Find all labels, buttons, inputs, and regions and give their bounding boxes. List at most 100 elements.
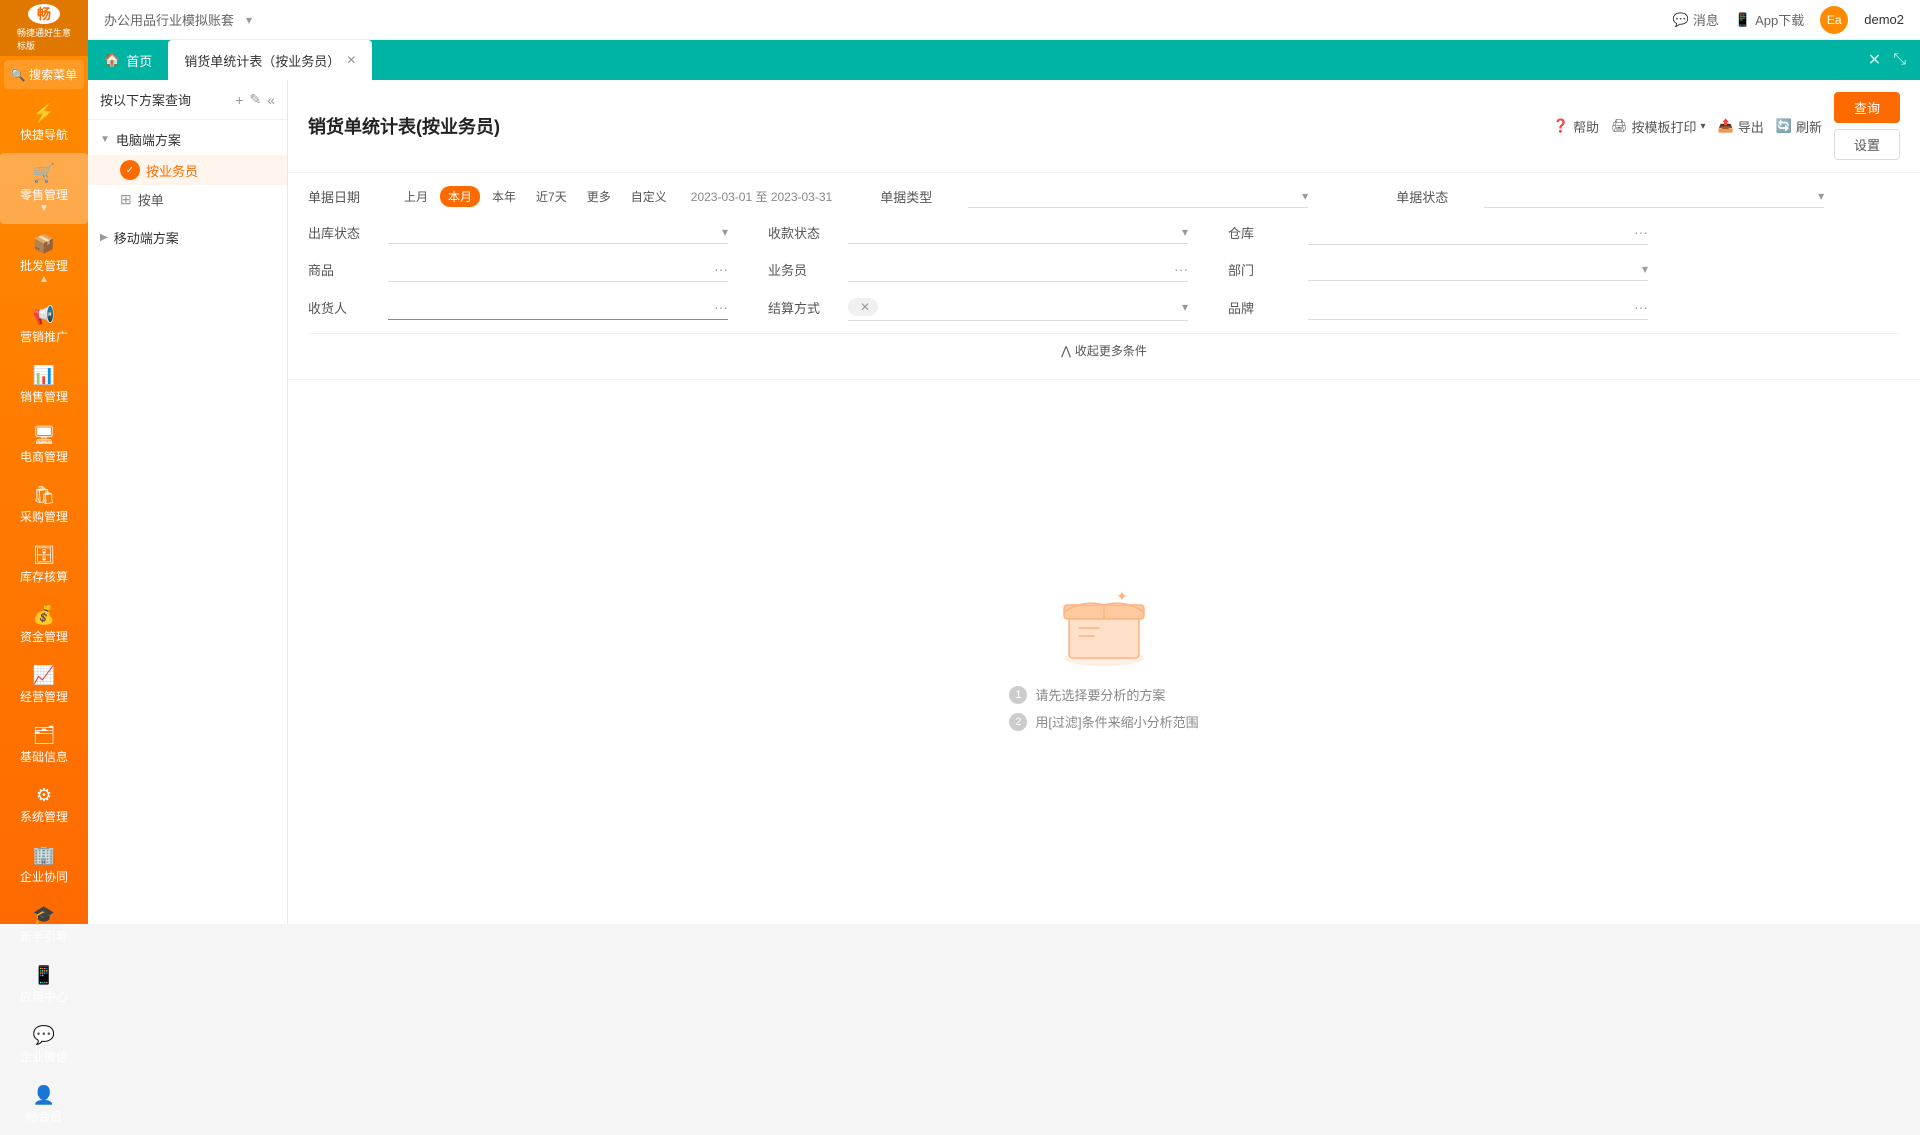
collapse-panel-btn[interactable]: « [267, 92, 275, 108]
message-btn[interactable]: 💬 消息 [1673, 10, 1719, 29]
system-icon: ⚙ [36, 785, 52, 806]
order-type-label: 单据类型 [880, 187, 960, 206]
sidebar-item-sales[interactable]: 📊 销售管理 [0, 355, 88, 415]
left-panel-header: 按以下方案查询 + ✎ « [88, 80, 287, 120]
sidebar-item-wholesale[interactable]: 📦 批发管理 ▲ [0, 224, 88, 295]
tree-desktop-schemes[interactable]: ▼ 电脑端方案 [88, 124, 287, 155]
search-icon: 🔍 [11, 68, 26, 82]
print-arrow-icon: ▾ [1701, 121, 1706, 132]
page-title: 销货单统计表(按业务员) [308, 113, 500, 139]
active-scheme-dot: ✓ [120, 160, 140, 180]
settlement-clear-btn[interactable]: ✕ [860, 300, 870, 314]
sidebar-item-retail[interactable]: 🛒 零售管理 ▼ [0, 153, 88, 224]
guide-icon: 🎓 [33, 905, 55, 926]
logo-icon: 畅 [28, 4, 60, 24]
wholesale-icon: 📦 [33, 234, 55, 255]
date-tabs: 上月 本月 本年 近7天 更多 自定义 [396, 186, 675, 207]
sidebar-item-enterprise[interactable]: 🏢 企业协同 [0, 835, 88, 895]
date-tab-this-month[interactable]: 本月 [440, 186, 480, 207]
order-status-label: 单据状态 [1396, 187, 1476, 206]
sidebar-item-basic[interactable]: 🗂 基础信息 [0, 715, 88, 775]
app-download-btn[interactable]: 📱 App下载 [1735, 10, 1804, 29]
filter-row-3: 商品 ··· 业务员 ··· 部门 ▾ [308, 257, 1900, 282]
empty-tips: 1 请先选择要分析的方案 2 用[过滤]条件来缩小分析范围 [1009, 685, 1198, 731]
export-icon: 📤 [1718, 118, 1734, 134]
sidebar-item-member[interactable]: 👤 畅会员 [0, 1075, 88, 1135]
basic-icon: 🗂 [33, 725, 56, 746]
collapse-row[interactable]: ⋀ 收起更多条件 [308, 333, 1900, 367]
order-status-select[interactable]: ▾ [1484, 185, 1824, 208]
sidebar-search[interactable]: 🔍 搜索菜单 [4, 60, 84, 89]
sidebar-item-guide[interactable]: 🎓 新手引导 [0, 895, 88, 955]
purchase-icon: 🛍 [33, 485, 56, 506]
appcenter-icon: 📱 [33, 965, 55, 986]
date-tab-custom[interactable]: 自定义 [623, 186, 675, 207]
sidebar-item-marketing[interactable]: 📢 营销推广 [0, 295, 88, 355]
sidebar-item-operation[interactable]: 📈 经营管理 [0, 655, 88, 715]
topbar: 办公用品行业模拟账套 ▾ 💬 消息 📱 App下载 Ea demo2 [88, 0, 1920, 40]
sidebar-item-wechat[interactable]: 💬 企业微信 [0, 1015, 88, 1075]
tab-close-window-btn[interactable]: ✕ [1862, 46, 1887, 74]
empty-tip-1: 1 请先选择要分析的方案 [1009, 685, 1198, 704]
retail-icon: 🛒 [33, 163, 55, 184]
enterprise-icon: 🏢 [33, 845, 55, 866]
brand-select[interactable]: ··· [1308, 295, 1648, 320]
collapse-icon: ⋀ [1061, 344, 1071, 358]
tree-mobile-schemes[interactable]: ▶ 移动端方案 [88, 222, 287, 253]
salesperson-select[interactable]: ··· [848, 257, 1188, 282]
settlement-label: 结算方式 [768, 298, 848, 317]
query-btn[interactable]: 查询 [1834, 92, 1900, 123]
out-status-select[interactable]: ▾ [388, 221, 728, 244]
settlement-arrow-icon: ▾ [1182, 300, 1188, 314]
dept-label: 部门 [1228, 260, 1308, 279]
member-icon: 👤 [33, 1085, 55, 1106]
dept-select[interactable]: ▾ [1308, 258, 1648, 281]
sidebar-item-ecommerce[interactable]: 🖥 电商管理 [0, 415, 88, 475]
receiver-input-field[interactable]: ··· [388, 295, 728, 320]
sidebar-item-system[interactable]: ⚙ 系统管理 [0, 775, 88, 835]
date-label: 单据日期 [308, 187, 388, 206]
app-logo[interactable]: 畅 畅捷通好生意标版 [0, 0, 88, 56]
sidebar-item-appcenter[interactable]: 📱 应用中心 [0, 955, 88, 1015]
order-status-arrow-icon: ▾ [1818, 189, 1824, 203]
avatar[interactable]: Ea [1820, 6, 1848, 34]
date-tab-last-month[interactable]: 上月 [396, 186, 436, 207]
date-tab-this-year[interactable]: 本年 [484, 186, 524, 207]
query-btn-area: 查询 设置 [1834, 92, 1900, 160]
warehouse-dots-icon: ··· [1634, 224, 1648, 240]
logo-text: 畅捷通好生意标版 [17, 26, 71, 52]
date-tab-7days[interactable]: 近7天 [528, 186, 575, 207]
refresh-btn[interactable]: 🔄 刷新 [1776, 117, 1822, 136]
tree-by-order[interactable]: ⊞ 按单 [88, 185, 287, 214]
receiver-input[interactable] [388, 300, 714, 315]
tree-by-salesperson[interactable]: ✓ 按业务员 [88, 155, 287, 185]
date-tab-more[interactable]: 更多 [579, 186, 619, 207]
left-panel-actions: + ✎ « [235, 91, 275, 108]
sidebar-item-finance[interactable]: 💰 资金管理 [0, 595, 88, 655]
content-area: 按以下方案查询 + ✎ « ▼ 电脑端方案 ✓ 按业务员 [88, 80, 1920, 924]
print-btn[interactable]: 🖨 按模板打印 ▾ [1611, 117, 1706, 136]
setting-btn[interactable]: 设置 [1834, 129, 1900, 160]
receive-status-select[interactable]: ▾ [848, 221, 1188, 244]
tab-close-btn[interactable]: ✕ [346, 53, 356, 67]
add-scheme-btn[interactable]: + [235, 92, 243, 108]
empty-svg: ✦ [1044, 573, 1164, 673]
export-btn[interactable]: 📤 导出 [1718, 117, 1764, 136]
help-btn[interactable]: ❓ 帮助 [1553, 117, 1599, 136]
sidebar-item-purchase[interactable]: 🛍 采购管理 [0, 475, 88, 535]
out-status-label: 出库状态 [308, 223, 388, 242]
warehouse-select[interactable]: ··· [1308, 220, 1648, 245]
edit-scheme-btn[interactable]: ✎ [249, 91, 261, 108]
sidebar-item-quicknav[interactable]: ⚡ 快捷导航 [0, 93, 88, 153]
operation-icon: 📈 [33, 665, 55, 686]
svg-text:✦: ✦ [1116, 588, 1128, 604]
tab-home[interactable]: 🏠 首页 [88, 40, 168, 80]
order-type-select[interactable]: ▾ [968, 185, 1308, 208]
sidebar-item-inventory[interactable]: 🗄 库存核算 [0, 535, 88, 595]
tab-maximize-btn[interactable]: ⤡ [1887, 47, 1912, 73]
settlement-select[interactable]: ✕ ▾ [848, 294, 1188, 321]
filter-row-4: 收货人 ··· 结算方式 ✕ ▾ 品牌 [308, 294, 1900, 321]
goods-select[interactable]: ··· [388, 257, 728, 282]
tab-sales-stat[interactable]: 销货单统计表（按业务员） ✕ [168, 40, 372, 80]
topbar-left: 办公用品行业模拟账套 ▾ [104, 10, 252, 29]
